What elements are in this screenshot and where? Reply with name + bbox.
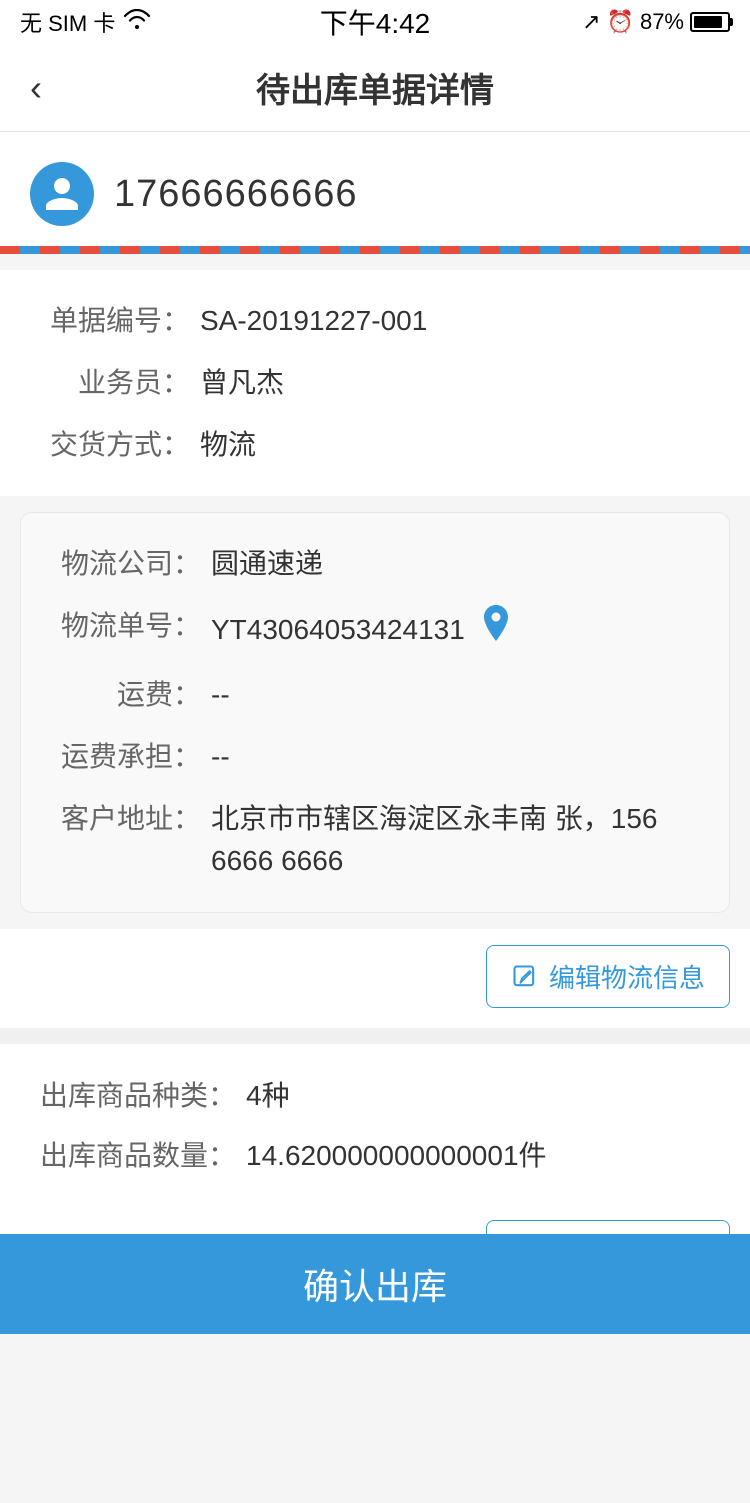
avatar	[30, 162, 94, 226]
back-button[interactable]: ‹	[20, 57, 52, 119]
freight-value: --	[211, 674, 699, 716]
carrier-label: 无 SIM 卡	[20, 6, 115, 38]
address-label: 客户地址：	[51, 798, 211, 840]
order-number-label: 单据编号：	[40, 300, 200, 342]
delivery-value: 物流	[200, 424, 710, 466]
freight-label: 运费：	[51, 674, 211, 716]
agent-value: 曾凡杰	[200, 362, 710, 404]
confirm-bar[interactable]: 确认出库	[0, 1234, 750, 1334]
tracking-value-row: YT43064053424131	[211, 605, 699, 654]
goods-qty-row: 出库商品数量： 14.620000000000001件	[40, 1134, 710, 1174]
order-number-row: 单据编号： SA-20191227-001	[40, 300, 710, 342]
goods-type-value: 4种	[246, 1074, 290, 1114]
tracking-row: 物流单号： YT43064053424131	[51, 605, 699, 654]
goods-qty-label: 出库商品数量：	[40, 1134, 246, 1174]
address-value: 北京市市辖区海淀区永丰南 张，156 6666 6666	[211, 798, 699, 882]
battery-pct: 87%	[640, 9, 684, 35]
order-number-value: SA-20191227-001	[200, 300, 710, 342]
delivery-row: 交货方式： 物流	[40, 424, 710, 466]
dashed-separator	[0, 246, 750, 254]
status-time: 下午4:42	[320, 2, 431, 42]
battery-icon	[690, 12, 730, 32]
logistics-company-label: 物流公司：	[51, 543, 211, 585]
freight-row: 运费： --	[51, 674, 699, 716]
alarm-icon: ⏰	[607, 9, 634, 35]
tracking-location-icon[interactable]	[481, 605, 511, 654]
user-icon	[42, 174, 82, 214]
freight-bearer-value: --	[211, 736, 699, 778]
location-status-icon: ↗	[582, 9, 600, 35]
goods-type-row: 出库商品种类： 4种	[40, 1074, 710, 1114]
edit-logistics-row: 编辑物流信息	[0, 929, 750, 1028]
edit-icon	[511, 963, 539, 991]
tracking-label: 物流单号：	[51, 605, 211, 647]
agent-row: 业务员： 曾凡杰	[40, 362, 710, 404]
goods-qty-value: 14.620000000000001件	[246, 1134, 547, 1174]
goods-section: 出库商品种类： 4种 出库商品数量： 14.620000000000001件	[0, 1044, 750, 1204]
nav-bar: ‹ 待出库单据详情	[0, 44, 750, 132]
order-info-section: 单据编号： SA-20191227-001 业务员： 曾凡杰 交货方式： 物流	[0, 270, 750, 496]
delivery-label: 交货方式：	[40, 424, 200, 466]
agent-label: 业务员：	[40, 362, 200, 404]
status-left: 无 SIM 卡	[20, 6, 151, 38]
address-row: 客户地址： 北京市市辖区海淀区永丰南 张，156 6666 6666	[51, 798, 699, 882]
freight-bearer-row: 运费承担： --	[51, 736, 699, 778]
status-right: ↗ ⏰ 87%	[582, 9, 730, 35]
wifi-icon	[123, 9, 151, 35]
tracking-number: YT43064053424131	[211, 609, 465, 651]
logistics-company-row: 物流公司： 圆通速递	[51, 543, 699, 585]
section-separator	[0, 1028, 750, 1044]
edit-logistics-label: 编辑物流信息	[549, 958, 705, 995]
page-title: 待出库单据详情	[256, 63, 494, 112]
status-bar: 无 SIM 卡 下午4:42 ↗ ⏰ 87%	[0, 0, 750, 44]
goods-type-label: 出库商品种类：	[40, 1074, 246, 1114]
confirm-button-label: 确认出库	[303, 1258, 447, 1310]
logistics-card: 物流公司： 圆通速递 物流单号： YT43064053424131 运费： --…	[20, 512, 730, 913]
freight-bearer-label: 运费承担：	[51, 736, 211, 778]
logistics-company-value: 圆通速递	[211, 543, 699, 585]
customer-header: 17666666666	[0, 132, 750, 246]
customer-phone: 17666666666	[114, 173, 357, 216]
edit-logistics-button[interactable]: 编辑物流信息	[486, 945, 730, 1008]
